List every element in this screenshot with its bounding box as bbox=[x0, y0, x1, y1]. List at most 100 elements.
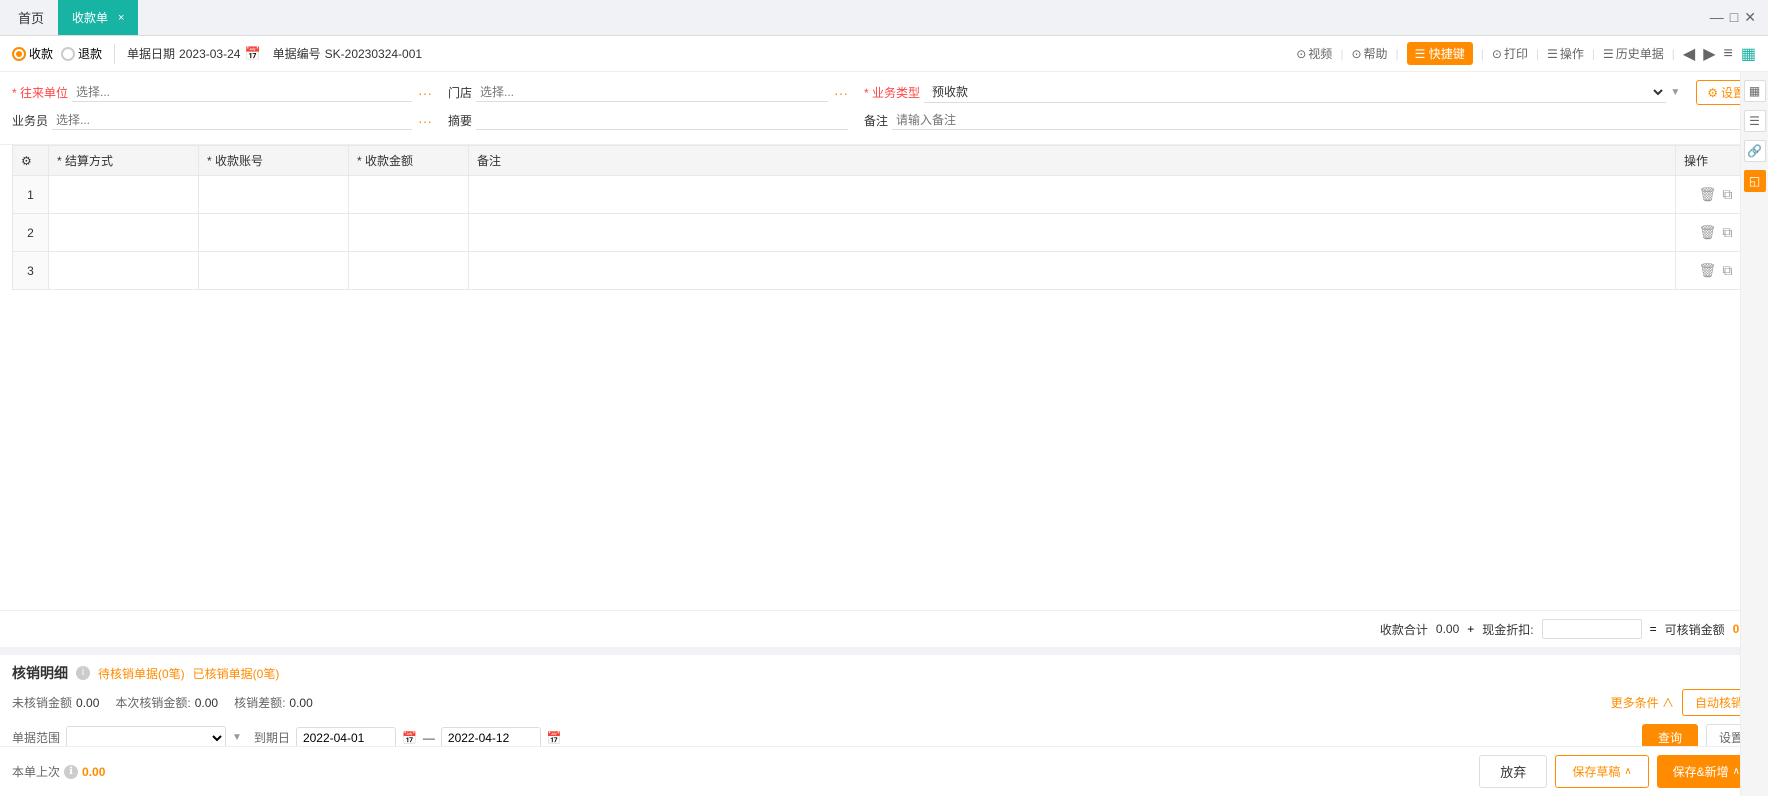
biz-type-select[interactable]: 预收款 bbox=[924, 82, 1666, 103]
help-btn[interactable]: ⊙ 帮助 bbox=[1351, 45, 1387, 62]
staff-dots[interactable]: ··· bbox=[418, 113, 432, 129]
store-dots[interactable]: ··· bbox=[834, 85, 848, 101]
cell-remark-2[interactable] bbox=[469, 214, 1676, 252]
cell-account-2[interactable] bbox=[199, 214, 349, 252]
partner-input[interactable] bbox=[72, 83, 412, 102]
store-input[interactable] bbox=[476, 83, 828, 102]
print-label: 打印 bbox=[1504, 45, 1528, 62]
cell-amount-3[interactable] bbox=[349, 252, 469, 290]
equal-sign: = bbox=[1650, 622, 1657, 636]
gear-header[interactable]: ⚙ bbox=[13, 146, 49, 176]
account-input-1[interactable] bbox=[199, 176, 348, 213]
available-label: 可核销金额 bbox=[1665, 621, 1725, 638]
history-icon: ☰ bbox=[1603, 47, 1614, 61]
date-from-icon[interactable]: 📅 bbox=[402, 731, 417, 745]
settlement-input-3[interactable] bbox=[49, 252, 198, 289]
staff-field: 业务员 ··· bbox=[12, 111, 432, 130]
tab-active[interactable]: 收款单 × bbox=[58, 0, 138, 35]
cell-amount-2[interactable] bbox=[349, 214, 469, 252]
cell-settlement-3[interactable] bbox=[49, 252, 199, 290]
cell-settlement-1[interactable] bbox=[49, 176, 199, 214]
discount-input[interactable] bbox=[1542, 619, 1642, 639]
copy-row-2[interactable]: ⧉ bbox=[1722, 224, 1732, 241]
video-btn[interactable]: ⊙ 视频 bbox=[1296, 45, 1332, 62]
delete-row-1[interactable]: 🗑 bbox=[1699, 186, 1717, 203]
diff-value: 0.00 bbox=[289, 696, 312, 710]
sidebar-icon-link[interactable]: 🔗 bbox=[1744, 140, 1766, 162]
date-to-icon[interactable]: 📅 bbox=[547, 731, 562, 745]
account-input-2[interactable] bbox=[199, 214, 348, 251]
radio-receive[interactable]: 收款 bbox=[12, 45, 53, 62]
print-btn[interactable]: ⊙ 打印 bbox=[1492, 45, 1528, 62]
partner-dots[interactable]: ··· bbox=[418, 85, 432, 101]
cell-remark-3[interactable] bbox=[469, 252, 1676, 290]
bottom-info-icon[interactable]: ℹ bbox=[64, 765, 78, 779]
window-max-icon[interactable]: □ bbox=[1730, 9, 1738, 26]
remark-field: 摘要 bbox=[448, 111, 848, 130]
copy-row-3[interactable]: ⧉ bbox=[1722, 262, 1732, 279]
radio-refund-dot bbox=[61, 47, 75, 61]
remark-input-2[interactable] bbox=[469, 214, 1675, 251]
remark-input-1[interactable] bbox=[469, 176, 1675, 213]
table-row: 1 🗑 ⧉ bbox=[13, 176, 1756, 214]
total-value: 0.00 bbox=[1436, 622, 1459, 636]
unverified-value: 0.00 bbox=[76, 696, 99, 710]
remark-input-3[interactable] bbox=[469, 252, 1675, 289]
calendar-icon[interactable]: 📅 bbox=[244, 46, 260, 62]
radio-receive-dot bbox=[12, 47, 26, 61]
discount-label: 现金折扣: bbox=[1482, 621, 1533, 638]
radio-refund[interactable]: 退款 bbox=[61, 45, 102, 62]
sidebar-icon-table[interactable]: ▦ bbox=[1744, 80, 1766, 102]
bottom-bar: 本单上次 ℹ 0.00 放弃 保存草稿 ∧ 保存&新增 ∧ bbox=[0, 746, 1768, 796]
cell-account-3[interactable] bbox=[199, 252, 349, 290]
video-label: 视频 bbox=[1308, 45, 1332, 62]
settings-icon: ⚙ bbox=[1707, 86, 1718, 100]
settlement-input-1[interactable] bbox=[49, 176, 198, 213]
sidebar-icon-list[interactable]: ☰ bbox=[1744, 110, 1766, 132]
save-new-arrow: ∧ bbox=[1733, 766, 1740, 777]
video-icon: ⊙ bbox=[1296, 47, 1306, 61]
completed-link[interactable]: 已核销单据(0笔) bbox=[193, 665, 280, 682]
summary-row: 收款合计 0.00 + 现金折扣: = 可核销金额 0.00 bbox=[0, 610, 1768, 647]
bottom-info: 本单上次 ℹ 0.00 bbox=[12, 763, 105, 780]
staff-input[interactable] bbox=[52, 111, 412, 130]
more-filter-btn[interactable]: 更多条件 ∧ bbox=[1611, 694, 1674, 711]
cell-amount-1[interactable] bbox=[349, 176, 469, 214]
save-draft-btn[interactable]: 保存草稿 ∧ bbox=[1555, 755, 1648, 788]
window-min-icon[interactable]: — bbox=[1710, 9, 1724, 26]
copy-row-1[interactable]: ⧉ bbox=[1722, 186, 1732, 203]
cell-account-1[interactable] bbox=[199, 176, 349, 214]
note-input[interactable] bbox=[892, 111, 1756, 130]
delete-row-3[interactable]: 🗑 bbox=[1699, 262, 1717, 279]
abandon-btn[interactable]: 放弃 bbox=[1479, 755, 1547, 788]
list-right-icon[interactable]: ▶ bbox=[1703, 44, 1715, 64]
settlement-input-2[interactable] bbox=[49, 214, 198, 251]
amount-input-1[interactable] bbox=[349, 176, 468, 213]
shortcut-icon: ☰ bbox=[1415, 47, 1426, 61]
save-draft-arrow: ∧ bbox=[1624, 766, 1631, 777]
note-field: 备注 bbox=[864, 111, 1756, 130]
account-input-3[interactable] bbox=[199, 252, 348, 289]
amount-input-3[interactable] bbox=[349, 252, 468, 289]
history-btn[interactable]: ☰ 历史单据 bbox=[1603, 45, 1664, 62]
pending-link[interactable]: 待核销单据(0笔) bbox=[98, 665, 185, 682]
amount-input-2[interactable] bbox=[349, 214, 468, 251]
list-left-icon[interactable]: ◀ bbox=[1683, 44, 1695, 64]
cell-remark-1[interactable] bbox=[469, 176, 1676, 214]
number-field: 单据编号 SK-20230324-001 bbox=[273, 45, 422, 62]
delete-row-2[interactable]: 🗑 bbox=[1699, 224, 1717, 241]
window-close-icon[interactable]: ✕ bbox=[1744, 9, 1756, 26]
tab-home[interactable]: 首页 bbox=[4, 0, 58, 35]
section-info-icon[interactable]: i bbox=[76, 666, 90, 680]
remark-label: 摘要 bbox=[448, 112, 472, 129]
shortcut-btn[interactable]: ☰ 快捷键 bbox=[1407, 42, 1473, 65]
list-lines-icon[interactable]: ≡ bbox=[1724, 45, 1733, 63]
row-num-3: 3 bbox=[13, 252, 49, 290]
operation-btn[interactable]: ☰ 操作 bbox=[1547, 45, 1584, 62]
cell-settlement-2[interactable] bbox=[49, 214, 199, 252]
amount-header: * 收款金额 bbox=[349, 146, 469, 176]
tab-close-button[interactable]: × bbox=[118, 12, 124, 24]
remark-input[interactable] bbox=[476, 111, 848, 130]
sidebar-icon-edit[interactable]: ◱ bbox=[1744, 170, 1766, 192]
list-grid-icon[interactable]: ▦ bbox=[1741, 44, 1756, 64]
